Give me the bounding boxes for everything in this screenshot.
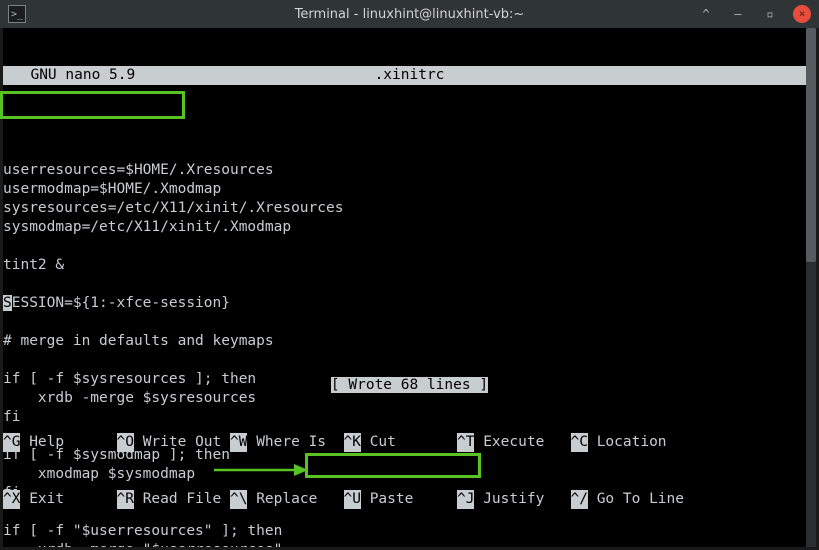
shortcut-key: ^/ [571,490,588,509]
shortcut-key: ^K [344,433,361,452]
window-up-button[interactable]: ^ [697,5,715,23]
shortcut-label: Cut [361,433,457,452]
cursor: S [3,295,12,311]
editor-line: tint2 & [3,256,816,275]
editor-line: SESSION=${1:-xfce-session} [3,294,816,313]
shortcut-key: ^J [457,490,474,509]
shortcut-key: ^W [230,433,247,452]
scrollbar-thumb[interactable] [806,28,816,262]
nano-status-message: [ Wrote 68 lines ] [331,377,488,393]
shortcut-label: Replace [247,490,343,509]
shortcut-label: Go To Line [588,490,684,509]
shortcut-key: ^\ [230,490,247,509]
shortcut-label: Read File [134,490,230,509]
shortcut-row-2: ^X Exit ^R Read File ^\ Replace ^U Paste… [3,490,816,509]
terminal-viewport[interactable]: GNU nano 5.9 .xinitrc userresources=$HOM… [3,28,816,547]
editor-line: usermodmap=$HOME/.Xmodmap [3,180,816,199]
shortcut-label: Justify [474,490,570,509]
nano-header: GNU nano 5.9 .xinitrc [3,66,816,85]
shortcut-key: ^O [117,433,134,452]
editor-line: userresources=$HOME/.Xresources [3,161,816,180]
editor-line [3,313,816,332]
window-close-button[interactable]: × [793,5,811,23]
shortcut-key: ^U [344,490,361,509]
window-title: Terminal - linuxhint@linuxhint-vb:~ [295,7,525,22]
editor-line [3,237,816,256]
shortcut-key: ^X [3,490,20,509]
editor-line [3,142,816,161]
shortcut-key: ^G [3,433,20,452]
window-minimize-button[interactable]: – [729,5,747,23]
shortcut-label: Execute [474,433,570,452]
window-titlebar: >_ Terminal - linuxhint@linuxhint-vb:~ ^… [0,0,819,28]
shortcut-label: Where Is [247,433,343,452]
shortcut-key: ^R [117,490,134,509]
editor-line [3,275,816,294]
shortcut-label: Write Out [134,433,230,452]
editor-line: sysresources=/etc/X11/xinit/.Xresources [3,199,816,218]
nano-shortcuts: [ Wrote 68 lines ] ^G Help ^O Write Out … [3,338,816,547]
shortcut-label: Help [20,433,116,452]
nano-status-line: [ Wrote 68 lines ] [3,376,816,395]
shortcut-label: Location [588,433,667,452]
editor-line: sysmodmap=/etc/X11/xinit/.Xmodmap [3,218,816,237]
shortcut-key: ^C [571,433,588,452]
nano-filename: .xinitrc [375,66,445,85]
shortcut-label: Exit [20,490,116,509]
nano-version: GNU nano 5.9 [3,66,135,85]
shortcut-row-1: ^G Help ^O Write Out ^W Where Is ^K Cut … [3,433,816,452]
shortcut-label: Paste [361,490,457,509]
window-controls: ^ – ▫ × [697,5,811,23]
terminal-icon: >_ [8,5,26,23]
shortcut-key: ^T [457,433,474,452]
window-maximize-button[interactable]: ▫ [761,5,779,23]
scrollbar[interactable] [806,28,816,547]
